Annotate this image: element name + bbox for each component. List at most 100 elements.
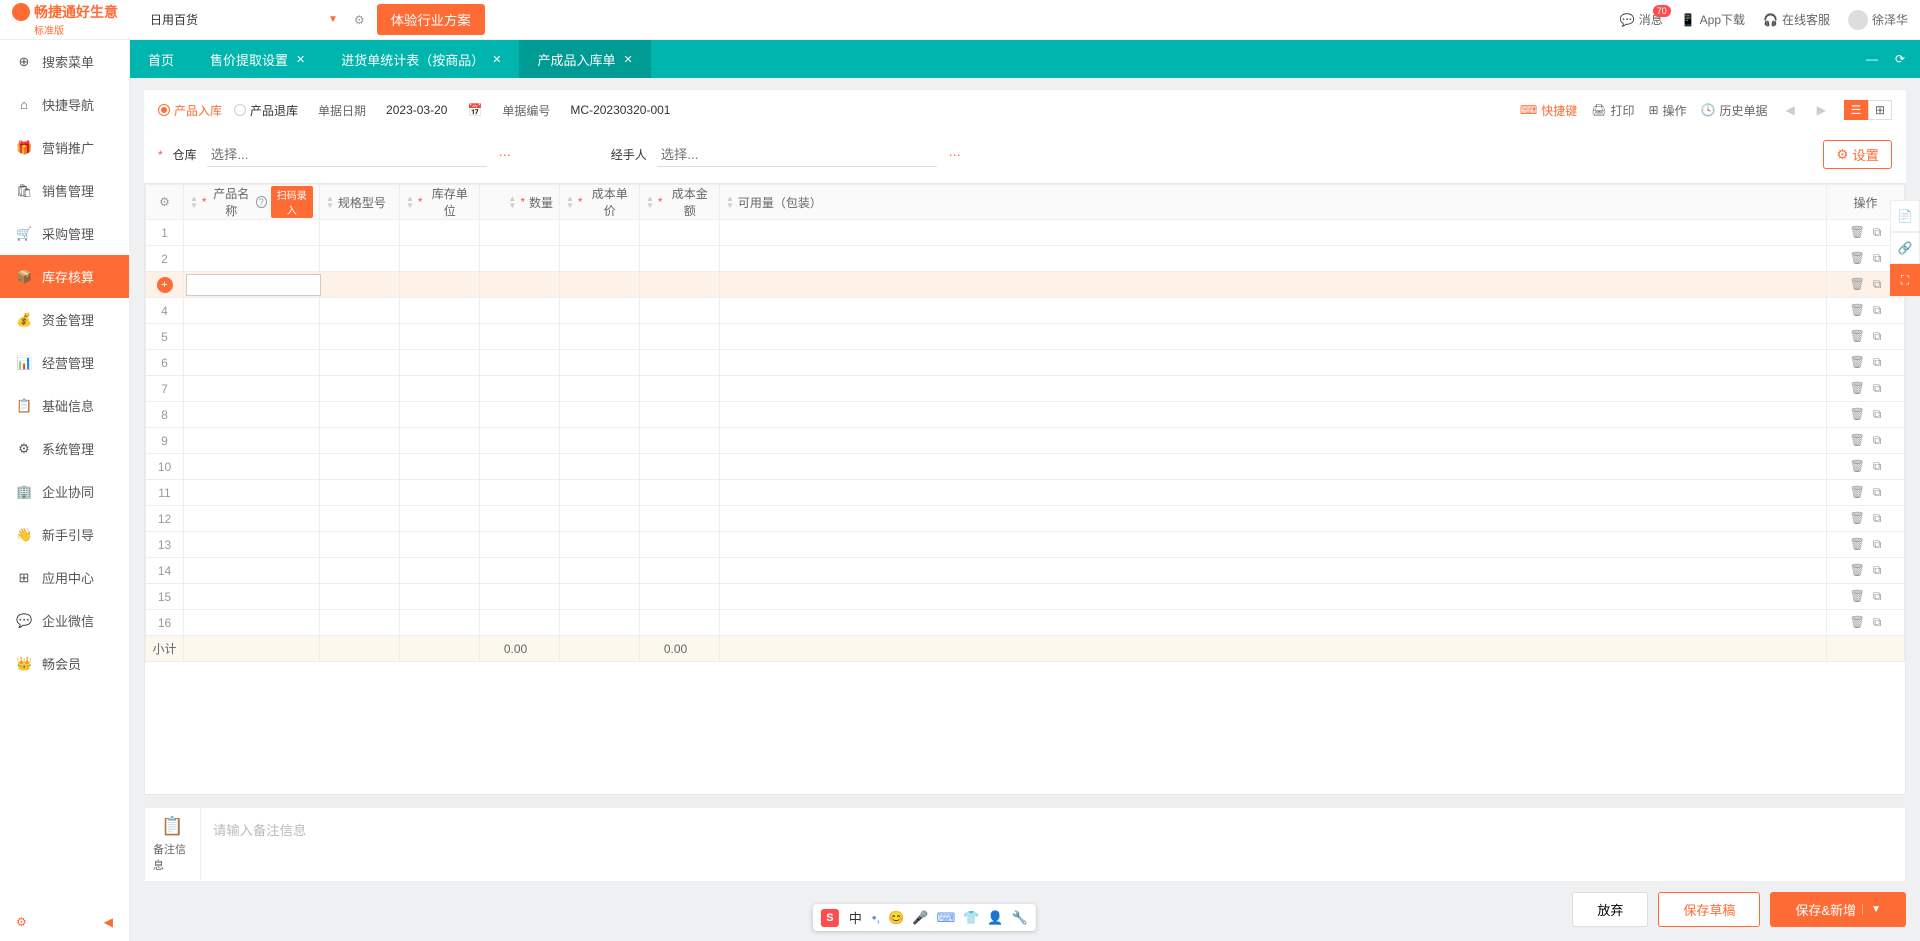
table-row[interactable]: 13🗑⧉	[146, 532, 1905, 558]
sidebar-item-0[interactable]: ⊕搜索菜单	[0, 40, 129, 83]
delete-icon[interactable]: 🗑	[1850, 615, 1865, 630]
copy-icon[interactable]: ⧉	[1873, 329, 1882, 344]
ime-icon[interactable]: 🎤	[912, 910, 928, 926]
add-row-icon[interactable]: +	[157, 277, 173, 293]
copy-icon[interactable]: ⧉	[1873, 589, 1882, 604]
tab-minimize-button[interactable]: —	[1860, 47, 1884, 71]
col-qty[interactable]: 数量	[529, 194, 553, 211]
close-icon[interactable]: ✕	[296, 53, 305, 66]
product-name-input[interactable]	[186, 274, 321, 296]
table-row[interactable]: 16🗑⧉	[146, 610, 1905, 636]
dock-button-2[interactable]: 🔗	[1890, 232, 1920, 264]
copy-icon[interactable]: ⧉	[1873, 615, 1882, 630]
help-icon[interactable]: ?	[256, 196, 267, 208]
table-row[interactable]: 8🗑⧉	[146, 402, 1905, 428]
copy-icon[interactable]: ⧉	[1873, 563, 1882, 578]
warehouse-input[interactable]	[207, 143, 487, 167]
tab-1[interactable]: 售价提取设置✕	[192, 40, 323, 78]
delete-icon[interactable]: 🗑	[1850, 485, 1865, 500]
sidebar-collapse-icon[interactable]: ◀	[104, 915, 113, 929]
ime-icon[interactable]: 🔧	[1012, 910, 1028, 926]
ime-icon[interactable]: 👕	[963, 910, 979, 926]
category-dropdown[interactable]: 日用百货 ▼	[150, 11, 338, 28]
table-row[interactable]: 12🗑⧉	[146, 506, 1905, 532]
delete-icon[interactable]: 🗑	[1850, 563, 1865, 578]
table-row[interactable]: 10🗑⧉	[146, 454, 1905, 480]
col-cost-amount[interactable]: 成本金额	[667, 185, 713, 219]
remarks-input[interactable]	[201, 808, 1905, 881]
col-available[interactable]: 可用量（包装）	[738, 194, 822, 211]
delete-icon[interactable]: 🗑	[1850, 407, 1865, 422]
ime-icon[interactable]: 👤	[987, 910, 1003, 926]
delete-icon[interactable]: 🗑	[1850, 459, 1865, 474]
delete-icon[interactable]: 🗑	[1850, 251, 1865, 266]
sidebar-item-11[interactable]: 👋新手引导	[0, 513, 129, 556]
copy-icon[interactable]: ⧉	[1873, 459, 1882, 474]
save-draft-button[interactable]: 保存草稿	[1658, 892, 1760, 927]
sidebar-item-7[interactable]: 📊经营管理	[0, 341, 129, 384]
copy-icon[interactable]: ⧉	[1873, 433, 1882, 448]
radio-product-out[interactable]: 产品退库	[234, 102, 298, 119]
col-spec[interactable]: 规格型号	[338, 194, 386, 211]
dock-button-1[interactable]: 📄	[1890, 200, 1920, 232]
sidebar-item-12[interactable]: ⊞应用中心	[0, 556, 129, 599]
delete-icon[interactable]: 🗑	[1850, 355, 1865, 370]
table-row[interactable]: 11🗑⧉	[146, 480, 1905, 506]
gear-icon[interactable]: ⚙	[159, 195, 170, 209]
copy-icon[interactable]: ⧉	[1873, 511, 1882, 526]
radio-product-in[interactable]: 产品入库	[158, 102, 222, 119]
view-list-button[interactable]: ☰	[1844, 100, 1868, 120]
table-row[interactable]: 15🗑⧉	[146, 584, 1905, 610]
copy-icon[interactable]: ⧉	[1873, 485, 1882, 500]
col-cost-price[interactable]: 成本单价	[587, 185, 633, 219]
delete-icon[interactable]: 🗑	[1850, 225, 1865, 240]
sidebar-item-10[interactable]: 🏢企业协同	[0, 470, 129, 513]
app-download-button[interactable]: 📱 App下载	[1681, 11, 1745, 28]
messages-button[interactable]: 💬 消息 70	[1620, 11, 1663, 28]
calendar-icon[interactable]: 📅	[467, 103, 482, 117]
table-row[interactable]: 14🗑⧉	[146, 558, 1905, 584]
sidebar-item-6[interactable]: 💰资金管理	[0, 298, 129, 341]
delete-icon[interactable]: 🗑	[1850, 511, 1865, 526]
history-button[interactable]: 🕓 历史单据	[1701, 102, 1768, 119]
prev-arrow-icon[interactable]: ◀	[1782, 103, 1799, 117]
table-row[interactable]: 5🗑⧉	[146, 324, 1905, 350]
sidebar-item-8[interactable]: 📋基础信息	[0, 384, 129, 427]
try-solution-button[interactable]: 体验行业方案	[377, 4, 485, 35]
copy-icon[interactable]: ⧉	[1873, 225, 1882, 240]
table-row[interactable]: +🗑⧉	[146, 272, 1905, 298]
gear-icon[interactable]: ⚙	[354, 13, 365, 27]
operate-button[interactable]: ⊞ 操作	[1648, 102, 1686, 119]
ime-icon[interactable]: ⌨	[936, 910, 955, 926]
table-row[interactable]: 2🗑⧉	[146, 246, 1905, 272]
sidebar-item-1[interactable]: ⌂快捷导航	[0, 83, 129, 126]
table-row[interactable]: 9🗑⧉	[146, 428, 1905, 454]
copy-icon[interactable]: ⧉	[1873, 277, 1882, 292]
user-menu[interactable]: 徐泽华	[1848, 10, 1908, 30]
table-row[interactable]: 7🗑⧉	[146, 376, 1905, 402]
delete-icon[interactable]: 🗑	[1850, 381, 1865, 396]
table-row[interactable]: 6🗑⧉	[146, 350, 1905, 376]
ime-icon[interactable]: •,	[872, 910, 880, 926]
online-service-button[interactable]: 🎧 在线客服	[1763, 11, 1830, 28]
close-icon[interactable]: ✕	[492, 53, 501, 66]
copy-icon[interactable]: ⧉	[1873, 303, 1882, 318]
table-row[interactable]: 4🗑⧉	[146, 298, 1905, 324]
tab-0[interactable]: 首页	[130, 40, 192, 78]
date-value[interactable]: 2023-03-20	[386, 103, 447, 117]
table-row[interactable]: 1🗑⧉	[146, 220, 1905, 246]
next-arrow-icon[interactable]: ▶	[1813, 103, 1830, 117]
col-product-name[interactable]: 产品名称	[211, 185, 252, 219]
delete-icon[interactable]: 🗑	[1850, 329, 1865, 344]
tab-3[interactable]: 产成品入库单✕	[519, 40, 650, 78]
save-new-button[interactable]: 保存&新增 ▼	[1770, 892, 1906, 927]
copy-icon[interactable]: ⧉	[1873, 537, 1882, 552]
sidebar-item-2[interactable]: 🎁营销推广	[0, 126, 129, 169]
delete-icon[interactable]: 🗑	[1850, 433, 1865, 448]
sidebar-item-4[interactable]: 🛒采购管理	[0, 212, 129, 255]
copy-icon[interactable]: ⧉	[1873, 355, 1882, 370]
sidebar-item-9[interactable]: ⚙系统管理	[0, 427, 129, 470]
copy-icon[interactable]: ⧉	[1873, 407, 1882, 422]
handler-input[interactable]	[657, 143, 937, 167]
copy-icon[interactable]: ⧉	[1873, 381, 1882, 396]
